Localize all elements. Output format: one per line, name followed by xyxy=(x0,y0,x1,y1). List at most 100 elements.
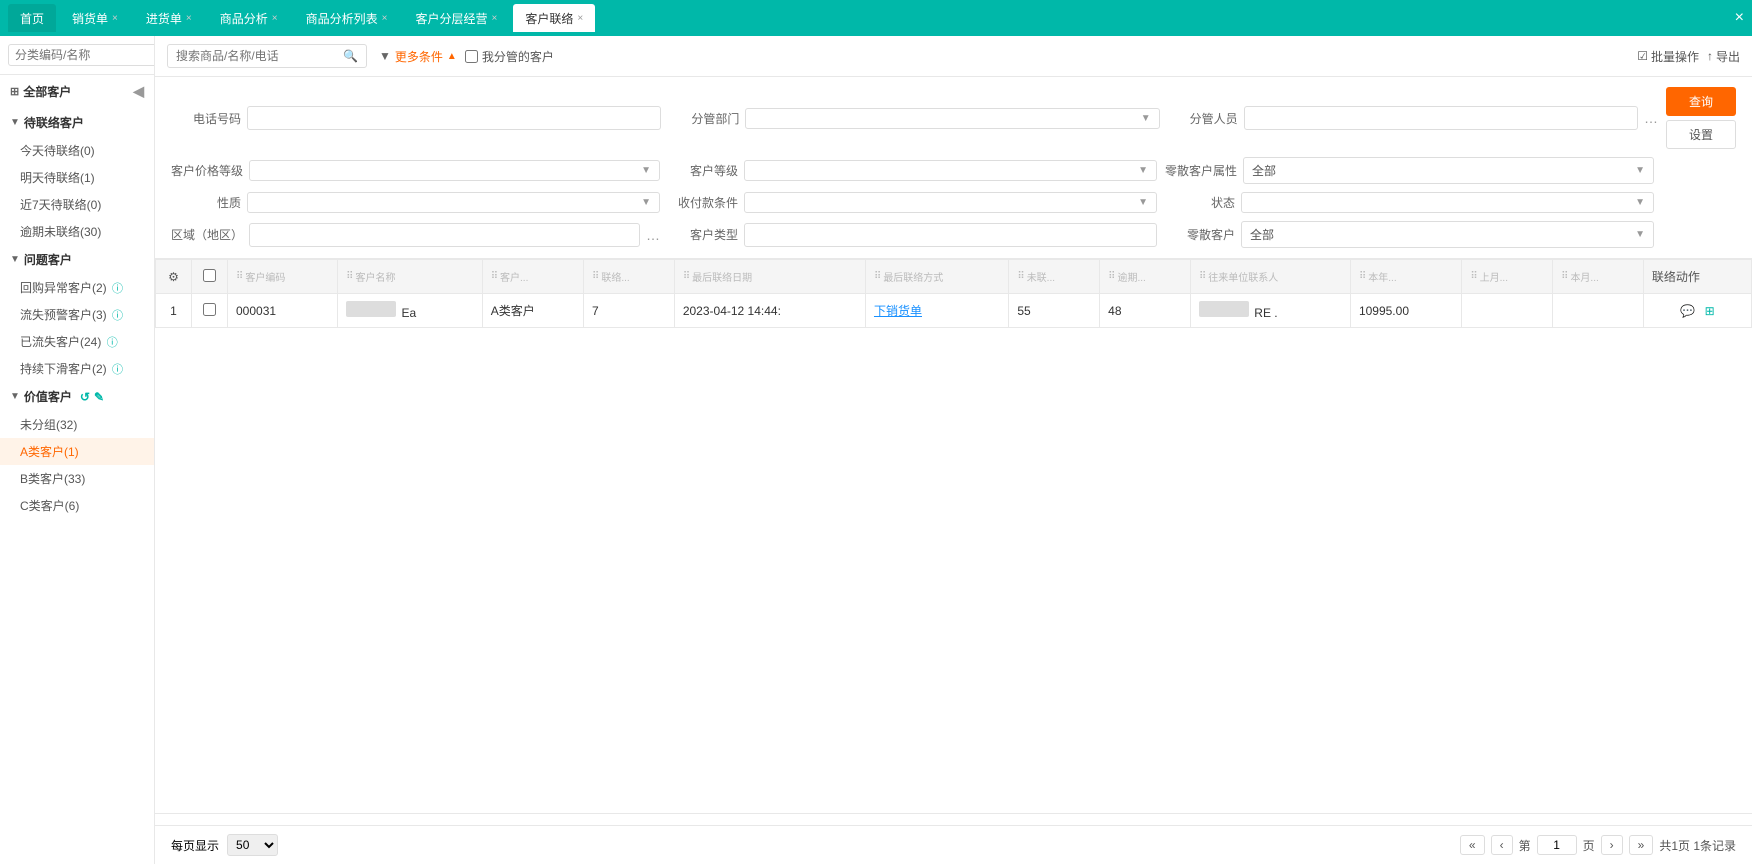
filter-region-ellipsis[interactable]: … xyxy=(646,227,660,243)
filter-phone: 电话号码 xyxy=(171,106,661,130)
next-page-button[interactable]: › xyxy=(1601,835,1623,855)
tab-purchase-label: 进货单 xyxy=(146,10,182,27)
tab-product-analysis[interactable]: 商品分析 × xyxy=(208,4,290,32)
chevron-down-icon-7: ▼ xyxy=(1138,197,1148,208)
filter-price-grade: 客户价格等级 ▼ xyxy=(171,160,660,181)
first-page-button[interactable]: « xyxy=(1460,835,1485,855)
sidebar-item-churned[interactable]: 已流失客户(24) ⓘ xyxy=(0,328,154,355)
filter-dept: 分管部门 ▼ xyxy=(669,108,1159,129)
filter-search-icon[interactable]: 🔍 xyxy=(343,49,358,63)
th-overdue: ⠿逾期... xyxy=(1100,260,1191,294)
tab-product-analysis-list-label: 商品分析列表 xyxy=(306,10,378,27)
prev-page-button[interactable]: ‹ xyxy=(1491,835,1513,855)
export-label: 导出 xyxy=(1716,48,1740,65)
last-method-link[interactable]: 下销货单 xyxy=(874,304,922,318)
tab-customer-tier[interactable]: 客户分层经营 × xyxy=(403,4,509,32)
tab-product-analysis-close[interactable]: × xyxy=(272,13,278,24)
sidebar-item-ungrouped[interactable]: 未分组(32) xyxy=(0,411,154,438)
filter-nature-label: 性质 xyxy=(171,194,241,211)
tab-customer-contact[interactable]: 客户联络 × xyxy=(513,4,595,32)
sidebar-item-class-a[interactable]: A类客户(1) xyxy=(0,438,154,465)
sidebar-item-today[interactable]: 今天待联络(0) xyxy=(0,137,154,164)
sidebar-item-7days[interactable]: 近7天待联络(0) xyxy=(0,191,154,218)
last-page-button[interactable]: » xyxy=(1629,835,1654,855)
filter-manager-ellipsis[interactable]: … xyxy=(1644,110,1658,126)
total-records-label: 共1页 1条记录 xyxy=(1659,837,1736,854)
th-name: ⠿客户名称 xyxy=(338,260,483,294)
horizontal-scrollbar[interactable] xyxy=(155,813,1752,825)
th-last-date: ⠿最后联络日期 xyxy=(674,260,865,294)
filter-dept-select[interactable]: ▼ xyxy=(745,108,1159,129)
filter-customer-grade-select[interactable]: ▼ xyxy=(744,160,1157,181)
section-value-label: 价值客户 xyxy=(24,388,72,405)
sidebar-section-value[interactable]: ▼ 价值客户 ↺ ✎ xyxy=(0,382,154,411)
filter-retail-customer-value: 全部 xyxy=(1250,226,1274,243)
chat-icon[interactable]: 💬 xyxy=(1680,304,1695,318)
filter-region-input[interactable] xyxy=(249,223,640,247)
section-problem-label: 问题客户 xyxy=(24,251,72,268)
filter-payment-select[interactable]: ▼ xyxy=(744,192,1157,213)
filter-retail-customer-label: 零散客户 xyxy=(1165,226,1235,243)
sidebar-item-declining[interactable]: 持续下滑客户(2) ⓘ xyxy=(0,355,154,382)
tab-product-analysis-list-close[interactable]: × xyxy=(382,13,388,24)
sidebar-section-pending[interactable]: ▼ 待联络客户 xyxy=(0,108,154,137)
query-button[interactable]: 查询 xyxy=(1666,87,1736,116)
sidebar-item-repurchase-anomaly[interactable]: 回购异常客户(2) ⓘ xyxy=(0,274,154,301)
filter-retail-customer-select[interactable]: 全部 ▼ xyxy=(1241,221,1654,248)
th-code: ⠿客户编码 xyxy=(228,260,338,294)
sidebar-item-class-b[interactable]: B类客户(33) xyxy=(0,465,154,492)
tab-product-analysis-label: 商品分析 xyxy=(220,10,268,27)
sidebar-collapse-icon[interactable]: ◀ xyxy=(133,83,144,100)
batch-operation-button[interactable]: ☑ 批量操作 xyxy=(1637,48,1699,65)
filter-retail-attr-select[interactable]: 全部 ▼ xyxy=(1243,157,1654,184)
my-customers-checkbox[interactable] xyxy=(465,50,478,63)
row-checkbox[interactable] xyxy=(203,303,216,316)
tab-product-analysis-list[interactable]: 商品分析列表 × xyxy=(294,4,400,32)
page-number-input[interactable] xyxy=(1537,835,1577,855)
filter-customer-type-input[interactable] xyxy=(744,223,1157,247)
tab-sales-label: 销货单 xyxy=(72,10,108,27)
td-code: 000031 xyxy=(228,294,338,328)
filter-manager-input[interactable] xyxy=(1244,106,1638,130)
tab-purchase-close[interactable]: × xyxy=(186,13,192,24)
td-name: Ea xyxy=(338,294,483,328)
sidebar-all-customers[interactable]: ⊞ 全部客户 ◀ xyxy=(0,75,154,108)
sidebar-search-bar: 🔍 xyxy=(0,36,154,75)
edit-icon[interactable]: ✎ xyxy=(94,390,104,404)
per-page-select[interactable]: 50 100 200 xyxy=(227,834,278,856)
close-all-tabs[interactable]: × xyxy=(1735,9,1744,27)
sidebar-search-input[interactable] xyxy=(8,44,155,66)
filter-more-conditions[interactable]: ▼ 更多条件 ▲ xyxy=(379,48,457,65)
setting-button[interactable]: 设置 xyxy=(1666,120,1736,149)
tab-customer-tier-close[interactable]: × xyxy=(491,13,497,24)
th-checkbox xyxy=(192,260,228,294)
sidebar-item-churn-warning[interactable]: 流失预警客户(3) ⓘ xyxy=(0,301,154,328)
filter-price-grade-select[interactable]: ▼ xyxy=(249,160,660,181)
filter-nature-select[interactable]: ▼ xyxy=(247,192,660,213)
filter-search-input[interactable] xyxy=(176,49,339,63)
filter-phone-input[interactable] xyxy=(247,106,661,130)
filter-actions: ☑ 批量操作 ↑ 导出 xyxy=(1637,48,1740,65)
th-settings[interactable]: ⚙ xyxy=(156,260,192,294)
tab-sales[interactable]: 销货单 × xyxy=(60,4,130,32)
filter-customer-grade: 客户等级 ▼ xyxy=(668,160,1157,181)
tab-home[interactable]: 首页 xyxy=(8,4,56,32)
sidebar-section-problem[interactable]: ▼ 问题客户 xyxy=(0,245,154,274)
refresh-icon[interactable]: ↺ xyxy=(80,390,90,404)
tab-purchase[interactable]: 进货单 × xyxy=(134,4,204,32)
chevron-down-icon-3: ▼ xyxy=(641,165,651,176)
filter-payment-label: 收付款条件 xyxy=(668,194,738,211)
sidebar-item-overdue-contact[interactable]: 逾期未联络(30) xyxy=(0,218,154,245)
filter-manager: 分管人员 … xyxy=(1168,106,1658,130)
qr-icon[interactable]: ⊞ xyxy=(1705,304,1715,318)
export-button[interactable]: ↑ 导出 xyxy=(1707,48,1740,65)
tab-home-label: 首页 xyxy=(20,10,44,27)
sidebar-item-class-c[interactable]: C类客户(6) xyxy=(0,492,154,519)
info-icon-3: ⓘ xyxy=(107,337,118,349)
filter-nature: 性质 ▼ xyxy=(171,192,660,213)
select-all-checkbox[interactable] xyxy=(203,269,216,282)
tab-sales-close[interactable]: × xyxy=(112,13,118,24)
filter-status-select[interactable]: ▼ xyxy=(1241,192,1654,213)
sidebar-item-tomorrow[interactable]: 明天待联络(1) xyxy=(0,164,154,191)
tab-customer-contact-close[interactable]: × xyxy=(577,13,583,24)
